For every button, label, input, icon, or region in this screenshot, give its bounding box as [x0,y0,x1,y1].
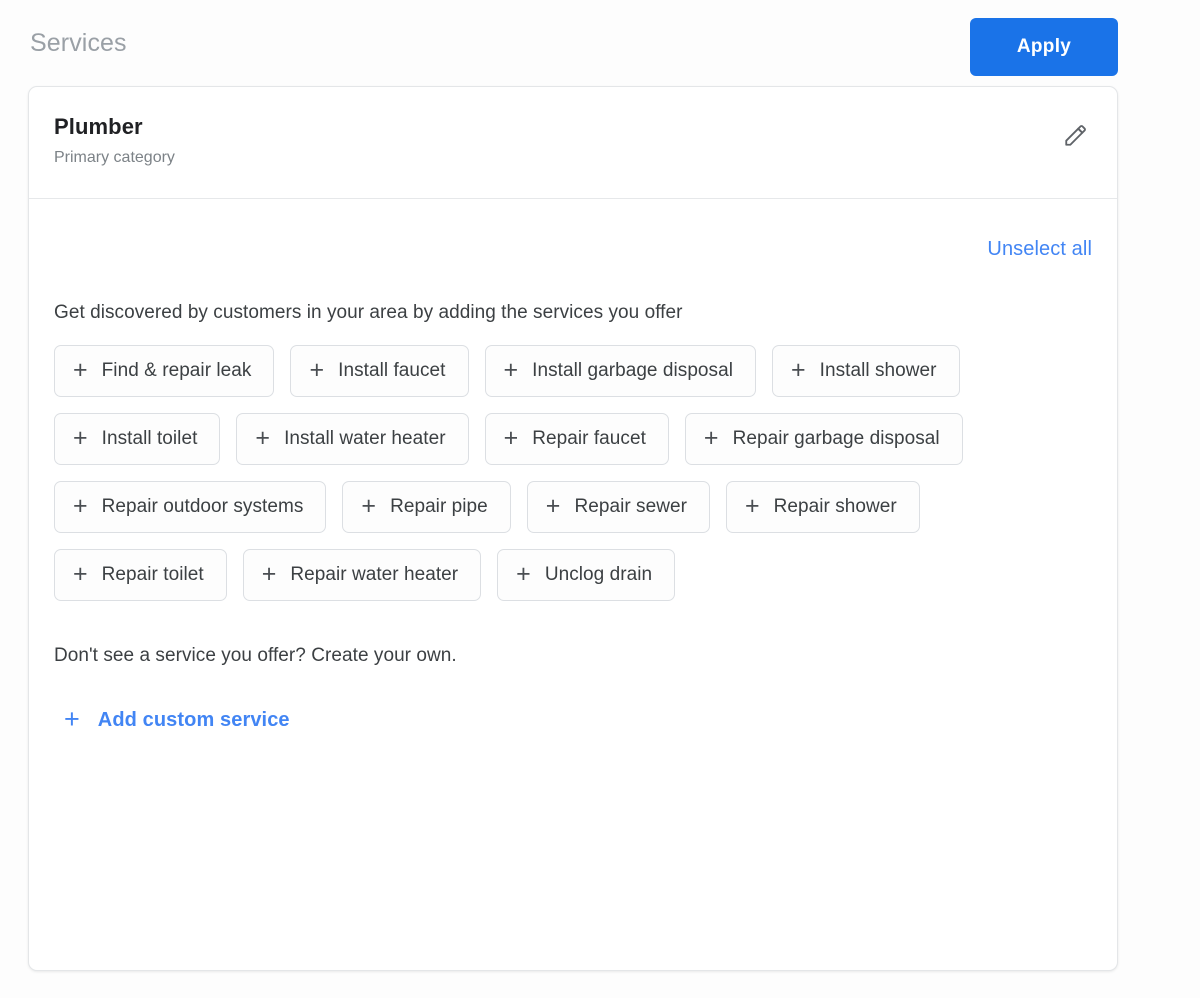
services-page: Services Apply Plumber Primary category … [0,0,1200,998]
service-chip[interactable]: + Repair water heater [243,549,481,601]
service-chip-label: Repair pipe [390,496,488,518]
service-chip[interactable]: + Install garbage disposal [485,345,757,397]
unselect-all-link[interactable]: Unselect all [987,236,1092,262]
service-chip-list: + Find & repair leak + Install faucet + … [54,345,1092,601]
plus-icon: + [546,494,561,519]
service-chip[interactable]: + Install shower [772,345,960,397]
plus-icon: + [791,358,806,383]
service-chip[interactable]: + Install water heater [236,413,468,465]
unselect-all-row: Unselect all [54,199,1092,262]
plus-icon: + [745,494,760,519]
add-custom-service-label: Add custom service [98,709,290,732]
apply-button[interactable]: Apply [970,18,1118,76]
service-chip-label: Install water heater [284,428,446,450]
service-chip[interactable]: + Install toilet [54,413,220,465]
service-chip-label: Repair sewer [574,496,687,518]
service-chip-label: Repair faucet [532,428,646,450]
plus-icon: + [73,358,88,383]
plus-icon: + [73,494,88,519]
service-chip-label: Install toilet [102,428,198,450]
edit-category-button[interactable] [1055,114,1097,156]
service-chip-label: Repair garbage disposal [733,428,940,450]
category-subtitle: Primary category [54,147,175,169]
service-chip[interactable]: + Repair toilet [54,549,227,601]
plus-icon: + [704,426,719,451]
plus-icon: + [64,706,80,733]
service-chip-label: Unclog drain [545,564,652,586]
plus-icon: + [73,562,88,587]
service-chip-label: Repair shower [774,496,897,518]
service-chip[interactable]: + Repair faucet [485,413,669,465]
service-chip[interactable]: + Repair outdoor systems [54,481,326,533]
page-title: Services [30,27,127,59]
plus-icon: + [73,426,88,451]
service-chip[interactable]: + Repair pipe [342,481,510,533]
service-chip[interactable]: + Unclog drain [497,549,675,601]
category-name: Plumber [54,113,143,141]
plus-icon: + [504,358,519,383]
service-chip[interactable]: + Find & repair leak [54,345,274,397]
service-chip[interactable]: + Install faucet [290,345,468,397]
add-custom-service-button[interactable]: + Add custom service [64,707,290,734]
service-chip[interactable]: + Repair garbage disposal [685,413,963,465]
plus-icon: + [262,562,277,587]
service-chip-label: Install shower [820,360,937,382]
service-chip-label: Repair toilet [102,564,204,586]
pencil-icon [1063,122,1089,148]
service-chip-label: Install faucet [338,360,445,382]
service-chip[interactable]: + Repair sewer [527,481,710,533]
service-chip-label: Install garbage disposal [532,360,733,382]
plus-icon: + [516,562,531,587]
create-your-own-text: Don't see a service you offer? Create yo… [54,643,1092,669]
plus-icon: + [255,426,270,451]
plus-icon: + [504,426,519,451]
page-header: Services Apply [0,0,1200,86]
service-chip[interactable]: + Repair shower [726,481,920,533]
services-card: Plumber Primary category Unselect all Ge… [28,86,1118,971]
service-chip-label: Find & repair leak [102,360,252,382]
plus-icon: + [309,358,324,383]
service-chip-label: Repair water heater [290,564,458,586]
service-chip-label: Repair outdoor systems [102,496,304,518]
services-body: Unselect all Get discovered by customers… [29,199,1117,734]
category-header: Plumber Primary category [29,87,1117,199]
plus-icon: + [361,494,376,519]
lead-description: Get discovered by customers in your area… [54,300,1092,326]
